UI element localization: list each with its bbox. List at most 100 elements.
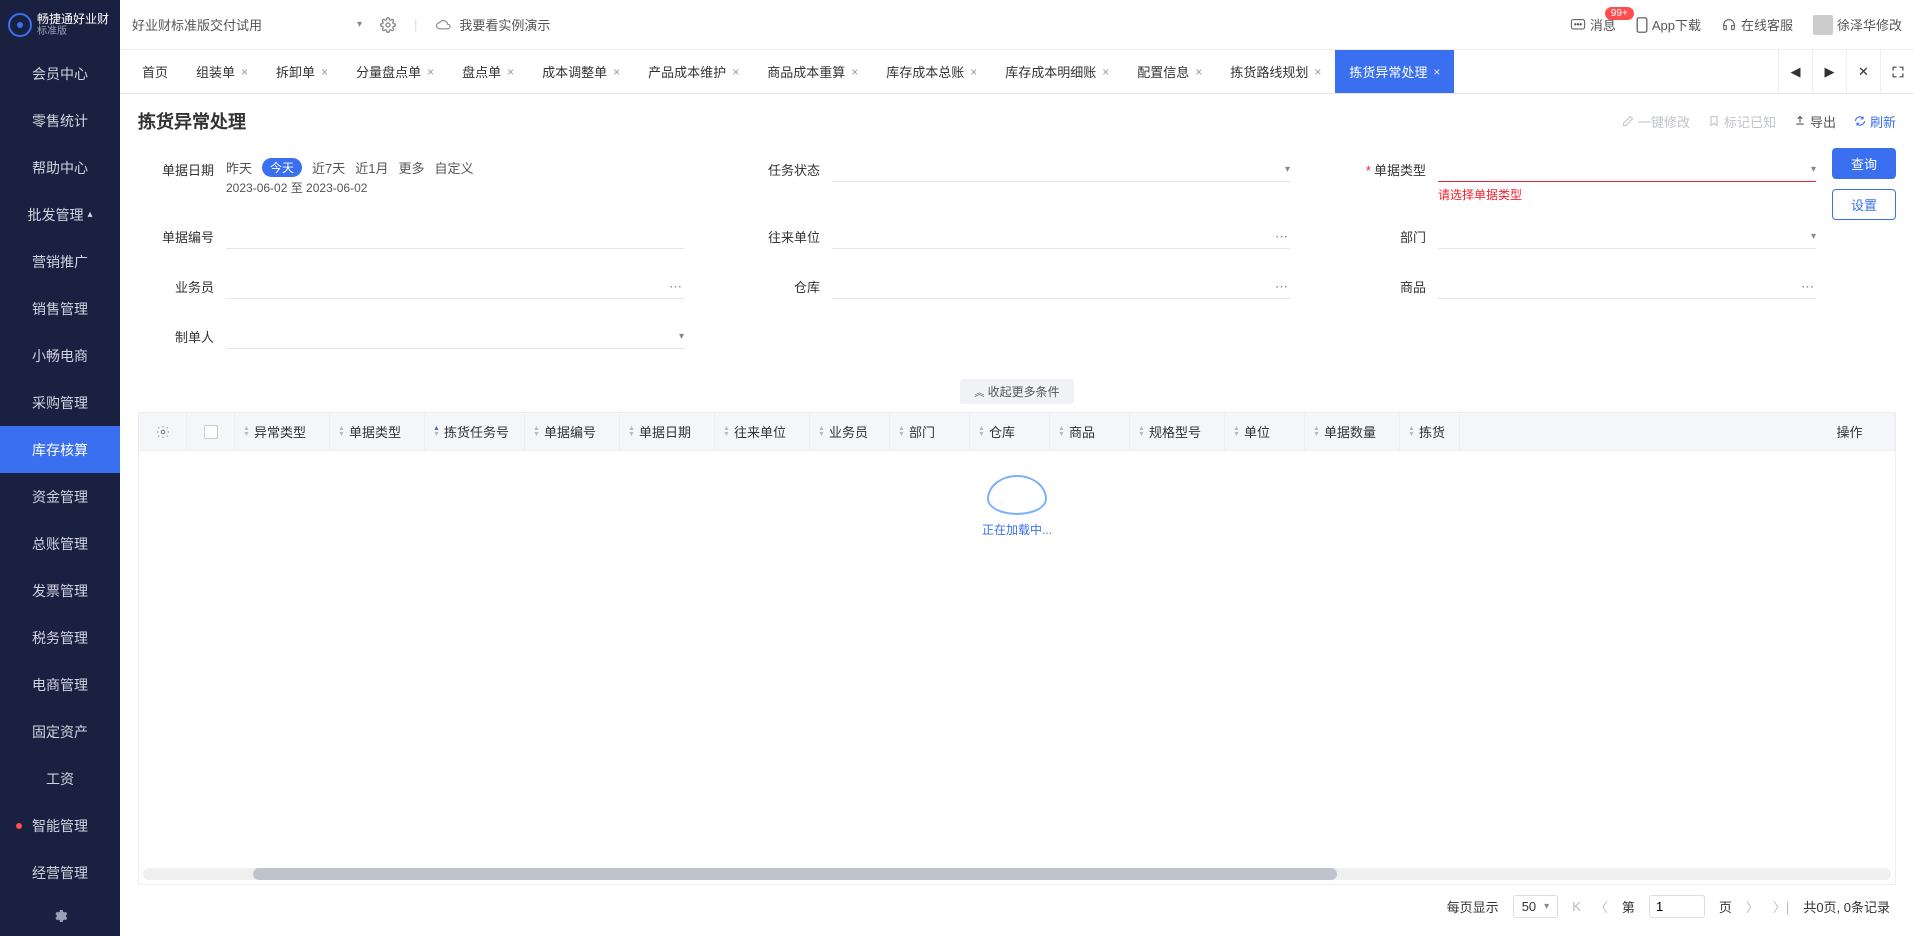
close-icon[interactable]: × xyxy=(732,65,739,79)
sort-icon[interactable]: ▲▼ xyxy=(1408,426,1415,438)
batch-edit-button[interactable]: 一键修改 xyxy=(1622,112,1690,131)
doc-type-select[interactable]: ▾ xyxy=(1438,158,1816,182)
column-header-10[interactable]: ▲▼规格型号 xyxy=(1130,413,1225,450)
tab-4[interactable]: 盘点单× xyxy=(448,50,528,93)
app-download-button[interactable]: App下载 xyxy=(1636,15,1701,34)
close-icon[interactable]: × xyxy=(427,65,434,79)
sort-icon[interactable]: ▲▼ xyxy=(338,426,345,438)
sidebar-item-16[interactable]: 智能管理 xyxy=(0,802,120,849)
sort-icon[interactable]: ▲▼ xyxy=(818,426,825,438)
next-page-button[interactable]: 〉 xyxy=(1746,897,1759,916)
sidebar-item-7[interactable]: 采购管理 xyxy=(0,379,120,426)
user-menu[interactable]: 徐泽华修改 xyxy=(1813,15,1902,35)
sidebar-item-5[interactable]: 销售管理 xyxy=(0,285,120,332)
sidebar-item-14[interactable]: 固定资产 xyxy=(0,708,120,755)
creator-select[interactable]: ▾ xyxy=(226,325,684,349)
sort-icon[interactable]: ▲▼ xyxy=(978,426,985,438)
warehouse-select[interactable]: ⋯ xyxy=(832,275,1290,299)
table-settings-header[interactable] xyxy=(139,413,187,450)
sort-icon[interactable]: ▲▼ xyxy=(898,426,905,438)
column-header-4[interactable]: ▲▼单据日期 xyxy=(620,413,715,450)
horizontal-scrollbar[interactable] xyxy=(143,868,1891,880)
collapse-filters-button[interactable]: ︽ 收起更多条件 xyxy=(960,379,1073,404)
sidebar-item-9[interactable]: 资金管理 xyxy=(0,473,120,520)
sidebar-settings-button[interactable] xyxy=(0,896,120,936)
sidebar-item-4[interactable]: 营销推广 xyxy=(0,238,120,285)
column-header-7[interactable]: ▲▼部门 xyxy=(890,413,970,450)
tab-3[interactable]: 分量盘点单× xyxy=(342,50,448,93)
column-header-5[interactable]: ▲▼往来单位 xyxy=(715,413,810,450)
sort-icon[interactable]: ▲▼ xyxy=(1233,426,1240,438)
sidebar-item-0[interactable]: 会员中心 xyxy=(0,50,120,97)
date-more[interactable]: 更多 xyxy=(399,158,425,177)
close-icon[interactable]: × xyxy=(1433,65,1440,79)
date-yesterday[interactable]: 昨天 xyxy=(226,158,252,177)
tab-12[interactable]: 拣货异常处理× xyxy=(1335,50,1454,93)
salesman-select[interactable]: ⋯ xyxy=(226,275,684,299)
dept-select[interactable]: ▾ xyxy=(1438,225,1816,249)
sidebar-item-13[interactable]: 电商管理 xyxy=(0,661,120,708)
sidebar-item-6[interactable]: 小畅电商 xyxy=(0,332,120,379)
column-header-1[interactable]: ▲▼单据类型 xyxy=(330,413,425,450)
column-header-13[interactable]: ▲▼拣货 xyxy=(1400,413,1460,450)
date-last7[interactable]: 近7天 xyxy=(312,158,345,177)
messages-button[interactable]: 消息 99+ xyxy=(1570,15,1616,34)
sidebar-item-17[interactable]: 经营管理 xyxy=(0,849,120,896)
settings-button[interactable]: 设置 xyxy=(1832,189,1896,220)
column-header-6[interactable]: ▲▼业务员 xyxy=(810,413,890,450)
tab-6[interactable]: 产品成本维护× xyxy=(634,50,753,93)
tab-1[interactable]: 组装单× xyxy=(182,50,262,93)
column-header-0[interactable]: ▲▼异常类型 xyxy=(235,413,330,450)
export-button[interactable]: 导出 xyxy=(1794,112,1836,131)
column-header-11[interactable]: ▲▼单位 xyxy=(1225,413,1305,450)
mark-known-button[interactable]: 标记已知 xyxy=(1708,112,1776,131)
sidebar-item-1[interactable]: 零售统计 xyxy=(0,97,120,144)
close-icon[interactable]: × xyxy=(1314,65,1321,79)
page-number-input[interactable] xyxy=(1649,895,1705,918)
close-icon[interactable]: × xyxy=(613,65,620,79)
first-page-button[interactable]: K xyxy=(1572,899,1581,914)
tabs-close-all[interactable]: ✕ xyxy=(1846,50,1880,94)
partner-select[interactable]: ⋯ xyxy=(832,225,1290,249)
sort-icon[interactable]: ▲▼ xyxy=(1313,426,1320,438)
settings-icon-button[interactable] xyxy=(380,17,396,33)
tab-0[interactable]: 首页 xyxy=(128,50,182,93)
close-icon[interactable]: × xyxy=(507,65,514,79)
sort-icon[interactable]: ▲▼ xyxy=(723,426,730,438)
scrollbar-thumb[interactable] xyxy=(253,868,1337,880)
sidebar-item-11[interactable]: 发票管理 xyxy=(0,567,120,614)
sidebar-item-12[interactable]: 税务管理 xyxy=(0,614,120,661)
close-icon[interactable]: × xyxy=(970,65,977,79)
product-selector[interactable]: 好业财标准版交付试用 ▾ xyxy=(132,15,362,34)
sort-icon[interactable]: ▲▼ xyxy=(433,426,440,438)
sidebar-item-10[interactable]: 总账管理 xyxy=(0,520,120,567)
product-select-field[interactable]: ⋯ xyxy=(1438,275,1816,299)
tab-2[interactable]: 拆卸单× xyxy=(262,50,342,93)
query-button[interactable]: 查询 xyxy=(1832,148,1896,179)
column-header-8[interactable]: ▲▼仓库 xyxy=(970,413,1050,450)
last-page-button[interactable]: 〉| xyxy=(1773,897,1789,916)
fullscreen-button[interactable] xyxy=(1880,50,1914,94)
sort-icon[interactable]: ▲▼ xyxy=(1058,426,1065,438)
customer-service-button[interactable]: 在线客服 xyxy=(1721,15,1793,34)
column-header-3[interactable]: ▲▼单据编号 xyxy=(525,413,620,450)
column-header-12[interactable]: ▲▼单据数量 xyxy=(1305,413,1400,450)
sidebar-item-2[interactable]: 帮助中心 xyxy=(0,144,120,191)
close-icon[interactable]: × xyxy=(851,65,858,79)
tab-5[interactable]: 成本调整单× xyxy=(528,50,634,93)
sidebar-item-15[interactable]: 工资 xyxy=(0,755,120,802)
tab-10[interactable]: 配置信息× xyxy=(1123,50,1216,93)
close-icon[interactable]: × xyxy=(1195,65,1202,79)
tab-8[interactable]: 库存成本总账× xyxy=(872,50,991,93)
tabs-scroll-left[interactable]: ◀ xyxy=(1778,50,1812,94)
prev-page-button[interactable]: 〈 xyxy=(1595,897,1608,916)
demo-link[interactable]: 我要看实例演示 xyxy=(435,15,550,34)
sidebar-item-3[interactable]: 批发管理 xyxy=(0,191,120,238)
select-all-header[interactable] xyxy=(187,413,235,450)
column-header-2[interactable]: ▲▼拣货任务号 xyxy=(425,413,525,450)
sort-icon[interactable]: ▲▼ xyxy=(628,426,635,438)
task-status-select[interactable]: ▾ xyxy=(832,158,1290,182)
tab-11[interactable]: 拣货路线规划× xyxy=(1216,50,1335,93)
refresh-button[interactable]: 刷新 xyxy=(1854,112,1896,131)
close-icon[interactable]: × xyxy=(1102,65,1109,79)
